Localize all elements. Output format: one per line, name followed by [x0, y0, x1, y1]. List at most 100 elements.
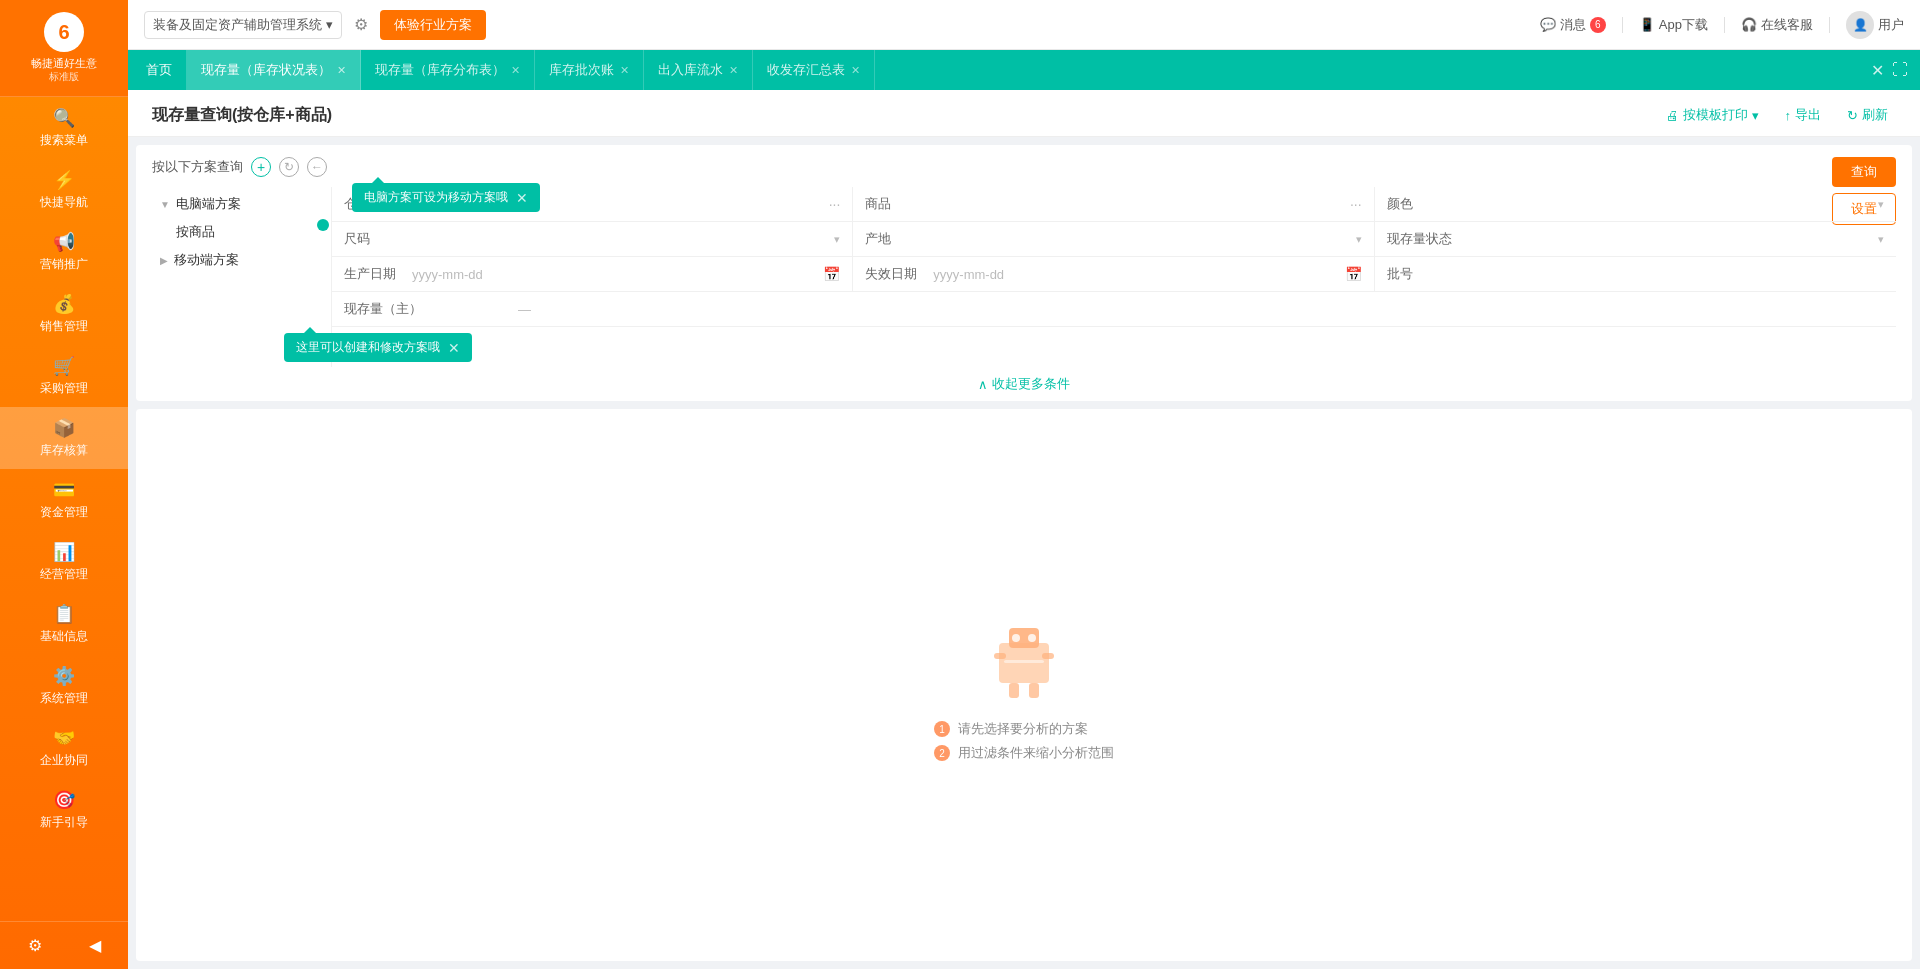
sidebar-item-guide-label: 新手引导	[40, 814, 88, 831]
tab-collect-summary[interactable]: 收发存汇总表 ✕	[753, 50, 875, 90]
size-arrow-icon[interactable]: ▾	[834, 233, 840, 246]
sidebar-nav: 🔍 搜索菜单 ⚡ 快捷导航 📢 营销推广 💰 销售管理 🛒 采购管理 📦 库存核…	[0, 97, 128, 921]
system-selector-arrow: ▾	[326, 17, 333, 32]
sidebar-item-search[interactable]: 🔍 搜索菜单	[0, 97, 128, 159]
tab-batch-account-close[interactable]: ✕	[620, 64, 629, 77]
tab-inventory-dist[interactable]: 现存量（库存分布表） ✕	[361, 50, 535, 90]
warehouse-more-icon[interactable]: ···	[829, 196, 841, 212]
online-support-item[interactable]: 🎧 在线客服	[1741, 16, 1813, 34]
header-left: 装备及固定资产辅助管理系统 ▾ ⚙ 体验行业方案	[144, 10, 486, 40]
sidebar-item-quick-nav[interactable]: ⚡ 快捷导航	[0, 159, 128, 221]
tooltip-2-close[interactable]: ✕	[448, 340, 460, 356]
tab-maximize-icon[interactable]: ⛶	[1892, 61, 1908, 79]
basic-info-icon: 📋	[53, 603, 75, 625]
sidebar-item-basic-info[interactable]: 📋 基础信息	[0, 593, 128, 655]
avatar-icon: 👤	[1853, 18, 1868, 32]
app-download-item[interactable]: 📱 App下载	[1639, 16, 1708, 34]
tooltip-1-close[interactable]: ✕	[516, 190, 528, 206]
filter-refresh-btn[interactable]: ↻	[279, 157, 299, 177]
plan-tree-mobile[interactable]: ▶ 移动端方案	[152, 247, 331, 273]
batch-no-input[interactable]	[1455, 267, 1884, 282]
sidebar-collapse-btn[interactable]: ◀	[85, 932, 105, 959]
sidebar-item-marketing[interactable]: 📢 营销推广	[0, 221, 128, 283]
trial-button[interactable]: 体验行业方案	[380, 10, 486, 40]
print-icon: 🖨	[1666, 108, 1679, 123]
tab-collect-summary-close[interactable]: ✕	[851, 64, 860, 77]
goods-label: 商品	[865, 195, 925, 213]
hint-1-num: 1	[934, 721, 950, 737]
plan-mobile-label: 移动端方案	[174, 251, 239, 269]
online-support-label: 在线客服	[1761, 16, 1813, 34]
sidebar-item-operations[interactable]: 📊 经营管理	[0, 531, 128, 593]
expire-date-calendar-icon[interactable]: 📅	[1345, 266, 1362, 282]
message-item[interactable]: 💬 消息 6	[1540, 16, 1606, 34]
plan-tree-pc-default[interactable]: 按商品	[152, 219, 331, 245]
tab-inventory-dist-label: 现存量（库存分布表）	[375, 61, 505, 79]
sidebar-settings-btn[interactable]: ⚙	[24, 932, 46, 959]
empty-state: 1 请先选择要分析的方案 2 用过滤条件来缩小分析范围	[136, 409, 1912, 961]
hint-2-num: 2	[934, 745, 950, 761]
tab-inout-flow-close[interactable]: ✕	[729, 64, 738, 77]
color-input[interactable]	[1455, 197, 1870, 212]
filter-cell-expire-date: 失效日期 📅	[853, 257, 1374, 291]
header-settings-icon[interactable]: ⚙	[354, 15, 368, 34]
produce-date-label: 生产日期	[344, 265, 404, 283]
app-logo: 6 畅捷通好生意 标准版	[0, 0, 128, 97]
sidebar-item-sales-label: 销售管理	[40, 318, 88, 335]
sidebar-item-quick-nav-label: 快捷导航	[40, 194, 88, 211]
tab-home[interactable]: 首页	[132, 50, 187, 90]
size-input[interactable]	[412, 232, 826, 247]
sidebar-item-inventory[interactable]: 📦 库存核算	[0, 407, 128, 469]
sidebar-item-system[interactable]: ⚙️ 系统管理	[0, 655, 128, 717]
filter-back-btn[interactable]: ←	[307, 157, 327, 177]
page-actions: 🖨 按模板打印 ▾ ↑ 导出 ↻ 刷新	[1658, 102, 1897, 128]
origin-arrow-icon[interactable]: ▾	[1356, 233, 1362, 246]
page-header: 现存量查询(按仓库+商品) 🖨 按模板打印 ▾ ↑ 导出 ↻ 刷新	[128, 90, 1920, 137]
stock-status-input[interactable]	[1460, 232, 1870, 247]
tab-right-btns: ✕ ⛶	[1863, 61, 1916, 80]
sidebar-item-sales[interactable]: 💰 销售管理	[0, 283, 128, 345]
expire-date-input[interactable]	[933, 267, 1336, 282]
stock-status-arrow-icon[interactable]: ▾	[1878, 233, 1884, 246]
header-divider-2	[1724, 17, 1725, 33]
stock-status-label: 现存量状态	[1387, 230, 1452, 248]
svg-rect-7	[1029, 683, 1039, 698]
tab-batch-account[interactable]: 库存批次账 ✕	[535, 50, 644, 90]
sidebar-item-purchase[interactable]: 🛒 采购管理	[0, 345, 128, 407]
produce-date-calendar-icon[interactable]: 📅	[823, 266, 840, 282]
color-arrow-icon[interactable]: ▾	[1878, 198, 1884, 211]
tab-inventory-status[interactable]: 现存量（库存状况表） ✕	[187, 50, 361, 90]
produce-date-input[interactable]	[412, 267, 815, 282]
export-btn[interactable]: ↑ 导出	[1777, 102, 1830, 128]
tab-close-all-icon[interactable]: ✕	[1871, 61, 1884, 80]
sidebar-item-finance[interactable]: 💳 资金管理	[0, 469, 128, 531]
plan-tree-pc[interactable]: ▼ 电脑端方案	[152, 191, 331, 217]
tab-inventory-status-close[interactable]: ✕	[337, 64, 346, 77]
system-selector[interactable]: 装备及固定资产辅助管理系统 ▾	[144, 11, 342, 39]
goods-input[interactable]	[933, 197, 1342, 212]
filter-add-btn[interactable]: +	[251, 157, 271, 177]
collapse-button[interactable]: ∧ 收起更多条件	[978, 375, 1070, 393]
origin-input[interactable]	[933, 232, 1347, 247]
user-item[interactable]: 👤 用户	[1846, 11, 1904, 39]
stock-qty-from-input[interactable]	[430, 302, 510, 317]
print-label: 按模板打印	[1683, 106, 1748, 124]
sidebar-item-enterprise[interactable]: 🤝 企业协同	[0, 717, 128, 779]
inventory-icon: 📦	[53, 417, 75, 439]
main-area: 装备及固定资产辅助管理系统 ▾ ⚙ 体验行业方案 💬 消息 6 📱 App下载 …	[128, 0, 1920, 969]
tab-inventory-dist-close[interactable]: ✕	[511, 64, 520, 77]
tab-inout-flow[interactable]: 出入库流水 ✕	[644, 50, 753, 90]
filter-section: 查询 设置 按以下方案查询 + ↻ ← 电脑方案可设为移动方案哦 ✕	[136, 145, 1912, 401]
collapse-row: ∧ 收起更多条件	[152, 367, 1896, 401]
tooltip-2: 这里可以创建和修改方案哦 ✕	[284, 333, 472, 362]
print-btn[interactable]: 🖨 按模板打印 ▾	[1658, 102, 1767, 128]
operations-icon: 📊	[53, 541, 75, 563]
header-divider-1	[1622, 17, 1623, 33]
svg-rect-6	[1009, 683, 1019, 698]
goods-more-icon[interactable]: ···	[1350, 196, 1362, 212]
stock-qty-to-input[interactable]	[539, 302, 619, 317]
system-name-label: 装备及固定资产辅助管理系统	[153, 16, 322, 34]
refresh-btn[interactable]: ↻ 刷新	[1839, 102, 1896, 128]
sidebar-item-guide[interactable]: 🎯 新手引导	[0, 779, 128, 841]
finance-icon: 💳	[53, 479, 75, 501]
